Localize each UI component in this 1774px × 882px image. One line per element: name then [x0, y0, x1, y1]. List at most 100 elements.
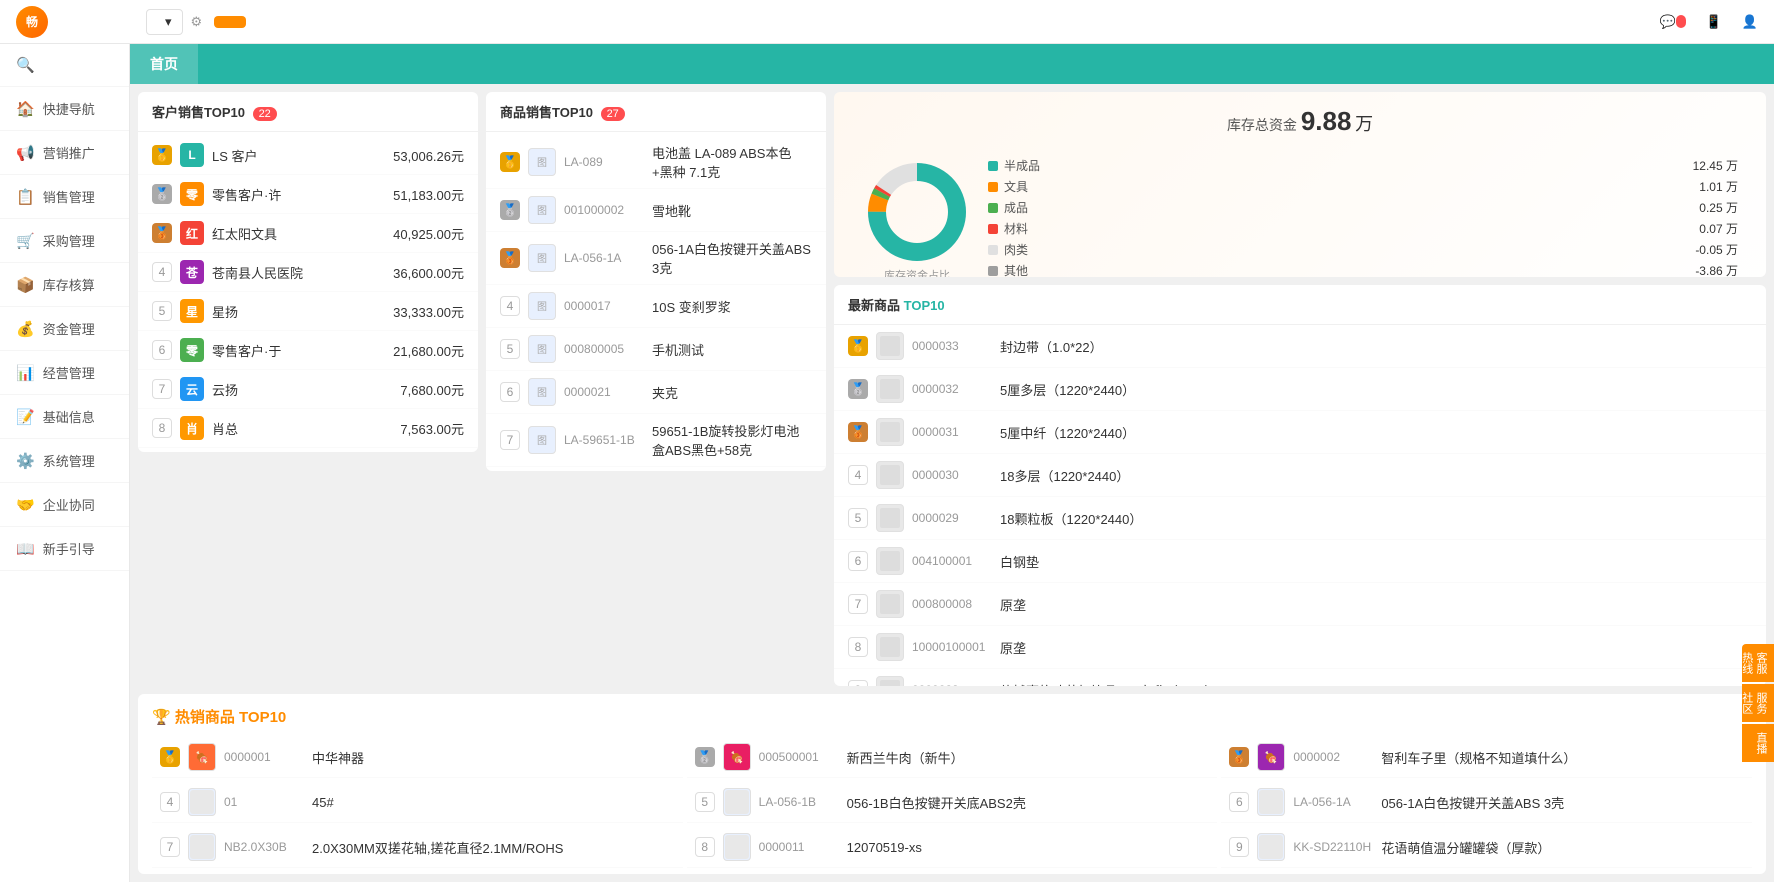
- svg-text:图: 图: [537, 253, 547, 265]
- sidebar-item-finance[interactable]: 💰 资金管理: [0, 307, 129, 351]
- home-icon: 🏠: [16, 100, 35, 118]
- legend-dot: [988, 245, 998, 255]
- customer-value: 40,925.00元: [393, 224, 464, 243]
- product-code: 001000002: [564, 203, 644, 217]
- legend-value: 1.01 万: [1699, 178, 1738, 195]
- sidebar-label-purchase: 采购管理: [43, 231, 95, 250]
- product-code: LA-089: [564, 155, 644, 169]
- legend-name: 半成品: [1004, 157, 1687, 174]
- hot-product-thumb: 🍖: [723, 743, 751, 771]
- legend-item: 肉类-0.05 万: [988, 241, 1738, 258]
- hot-product-code: 0000011: [759, 840, 839, 854]
- customer-rank-badge: 22: [253, 107, 277, 121]
- hot-product-thumb: 🍖: [1257, 743, 1285, 771]
- new-product-name: 原垄: [1000, 638, 1752, 657]
- customer-value: 7,563.00元: [400, 419, 464, 438]
- sidebar-item-quicknav[interactable]: 🏠 快捷导航: [0, 87, 129, 131]
- legend-value: -3.86 万: [1695, 262, 1738, 277]
- hot-product-item: 9KK-SD22110H花语萌值温分罐罐袋（厚款）: [1221, 827, 1752, 868]
- legend-name: 材料: [1004, 220, 1693, 237]
- sidebar-item-inventory[interactable]: 📦 库存核算: [0, 263, 129, 307]
- legend-dot: [988, 224, 998, 234]
- product-rank-item: 6图0000021夹克: [486, 371, 826, 414]
- legend-item: 成品0.25 万: [988, 199, 1738, 216]
- customer-value: 51,183.00元: [393, 185, 464, 204]
- hot-product-code: LA-056-1B: [759, 795, 839, 809]
- chevron-down-icon[interactable]: ▾: [165, 14, 172, 30]
- new-product-item: 5000002918颗粒板（1220*2440）: [834, 497, 1766, 540]
- sidebar-item-system[interactable]: ⚙️ 系统管理: [0, 439, 129, 483]
- sidebar-item-guide[interactable]: 📖 新手引导: [0, 527, 129, 571]
- messages-btn[interactable]: 💬: [1659, 14, 1685, 30]
- customer-rank-item: 8肖肖总7,563.00元: [138, 409, 478, 448]
- new-product-thumb: [876, 676, 904, 686]
- gear-icon[interactable]: ⚙: [191, 14, 203, 30]
- customer-value: 33,333.00元: [393, 302, 464, 321]
- main-content: 客户销售TOP10 22 🥇LLS 客户53,006.26元🥈零零售客户·许51…: [130, 84, 1774, 882]
- product-rank-header: 商品销售TOP10 27: [486, 92, 826, 132]
- svg-text:图: 图: [537, 387, 547, 399]
- try-btn[interactable]: [214, 16, 246, 28]
- tab-home[interactable]: 首页: [130, 44, 198, 84]
- customer-avatar: 云: [180, 377, 204, 401]
- sidebar-item-basic[interactable]: 📝 基础信息: [0, 395, 129, 439]
- product-rank-item: 5图000800005手机测试: [486, 328, 826, 371]
- product-code: 0000017: [564, 299, 644, 313]
- product-thumb: 图: [528, 426, 556, 454]
- legend-dot: [988, 266, 998, 276]
- sidebar-item-sales[interactable]: 📋 销售管理: [0, 175, 129, 219]
- hot-product-thumb: [188, 833, 216, 861]
- float-live[interactable]: 直播: [1742, 724, 1774, 762]
- hot-product-code: NB2.0X30B: [224, 840, 304, 854]
- product-name: 夹克: [652, 383, 812, 402]
- system-selector[interactable]: ▾: [146, 9, 183, 35]
- legend-name: 文具: [1004, 178, 1693, 195]
- legend-value: 0.25 万: [1699, 199, 1738, 216]
- hot-product-thumb: [1257, 788, 1285, 816]
- hot-products-card: 🏆 热销商品 TOP10 🥇🍖0000001中华神器🥈🍖000500001新西兰…: [138, 694, 1766, 874]
- hot-product-name: 45#: [312, 795, 675, 810]
- hot-product-item: 6LA-056-1A056-1A白色按键开关盖ABS 3壳: [1221, 782, 1752, 823]
- app-download-btn[interactable]: 📱: [1706, 14, 1722, 30]
- product-code: LA-59651-1B: [564, 433, 644, 447]
- product-name: 10S 变刹罗浆: [652, 297, 812, 316]
- float-service-community[interactable]: 服务社区: [1742, 684, 1774, 722]
- hot-product-code: 0000002: [1293, 750, 1373, 764]
- logo-icon: 畅: [16, 6, 48, 38]
- product-code: LA-056-1A: [564, 251, 644, 265]
- sidebar-item-operation[interactable]: 📊 经营管理: [0, 351, 129, 395]
- product-thumb: 图: [528, 378, 556, 406]
- new-product-code: 004100001: [912, 554, 992, 568]
- sidebar-item-collab[interactable]: 🤝 企业协同: [0, 483, 129, 527]
- sidebar-item-purchase[interactable]: 🛒 采购管理: [0, 219, 129, 263]
- product-name: 手机测试: [652, 340, 812, 359]
- sidebar-label-guide: 新手引导: [43, 539, 95, 558]
- hot-product-name: 中华神器: [312, 748, 675, 767]
- new-product-thumb: [876, 547, 904, 575]
- customer-avatar: 星: [180, 299, 204, 323]
- product-thumb: 图: [528, 244, 556, 272]
- sidebar-label-collab: 企业协同: [43, 495, 95, 514]
- customer-value: 21,680.00元: [393, 341, 464, 360]
- sidebar-label-finance: 资金管理: [43, 319, 95, 338]
- product-name: 电池盖 LA-089 ABS本色+黑种 7.1克: [652, 143, 812, 181]
- inventory-donut-chart: [862, 157, 972, 267]
- customer-name: 星扬: [212, 302, 385, 321]
- search-icon: 🔍: [16, 56, 35, 74]
- hot-product-item: 5LA-056-1B056-1B白色按键开关底ABS2壳: [687, 782, 1218, 823]
- online-service-btn[interactable]: 👤: [1742, 14, 1758, 30]
- guide-icon: 📖: [16, 540, 35, 558]
- new-product-thumb: [876, 332, 904, 360]
- customer-avatar: 苍: [180, 260, 204, 284]
- customer-rank-item: 🥇LLS 客户53,006.26元: [138, 136, 478, 175]
- hot-product-thumb: [723, 833, 751, 861]
- customer-name: 零售客户·许: [212, 185, 385, 204]
- float-customer-service[interactable]: 客服热线: [1742, 644, 1774, 682]
- svg-text:图: 图: [537, 435, 547, 447]
- sidebar-label-quicknav: 快捷导航: [43, 99, 95, 118]
- sidebar-item-marketing[interactable]: 📢 营销推广: [0, 131, 129, 175]
- sidebar-search[interactable]: 🔍: [0, 44, 129, 87]
- new-product-name: 原垄: [1000, 595, 1752, 614]
- hot-product-name: 2.0X30MM双搓花轴,搓花直径2.1MM/ROHS: [312, 838, 675, 857]
- system-icon: ⚙️: [16, 452, 35, 470]
